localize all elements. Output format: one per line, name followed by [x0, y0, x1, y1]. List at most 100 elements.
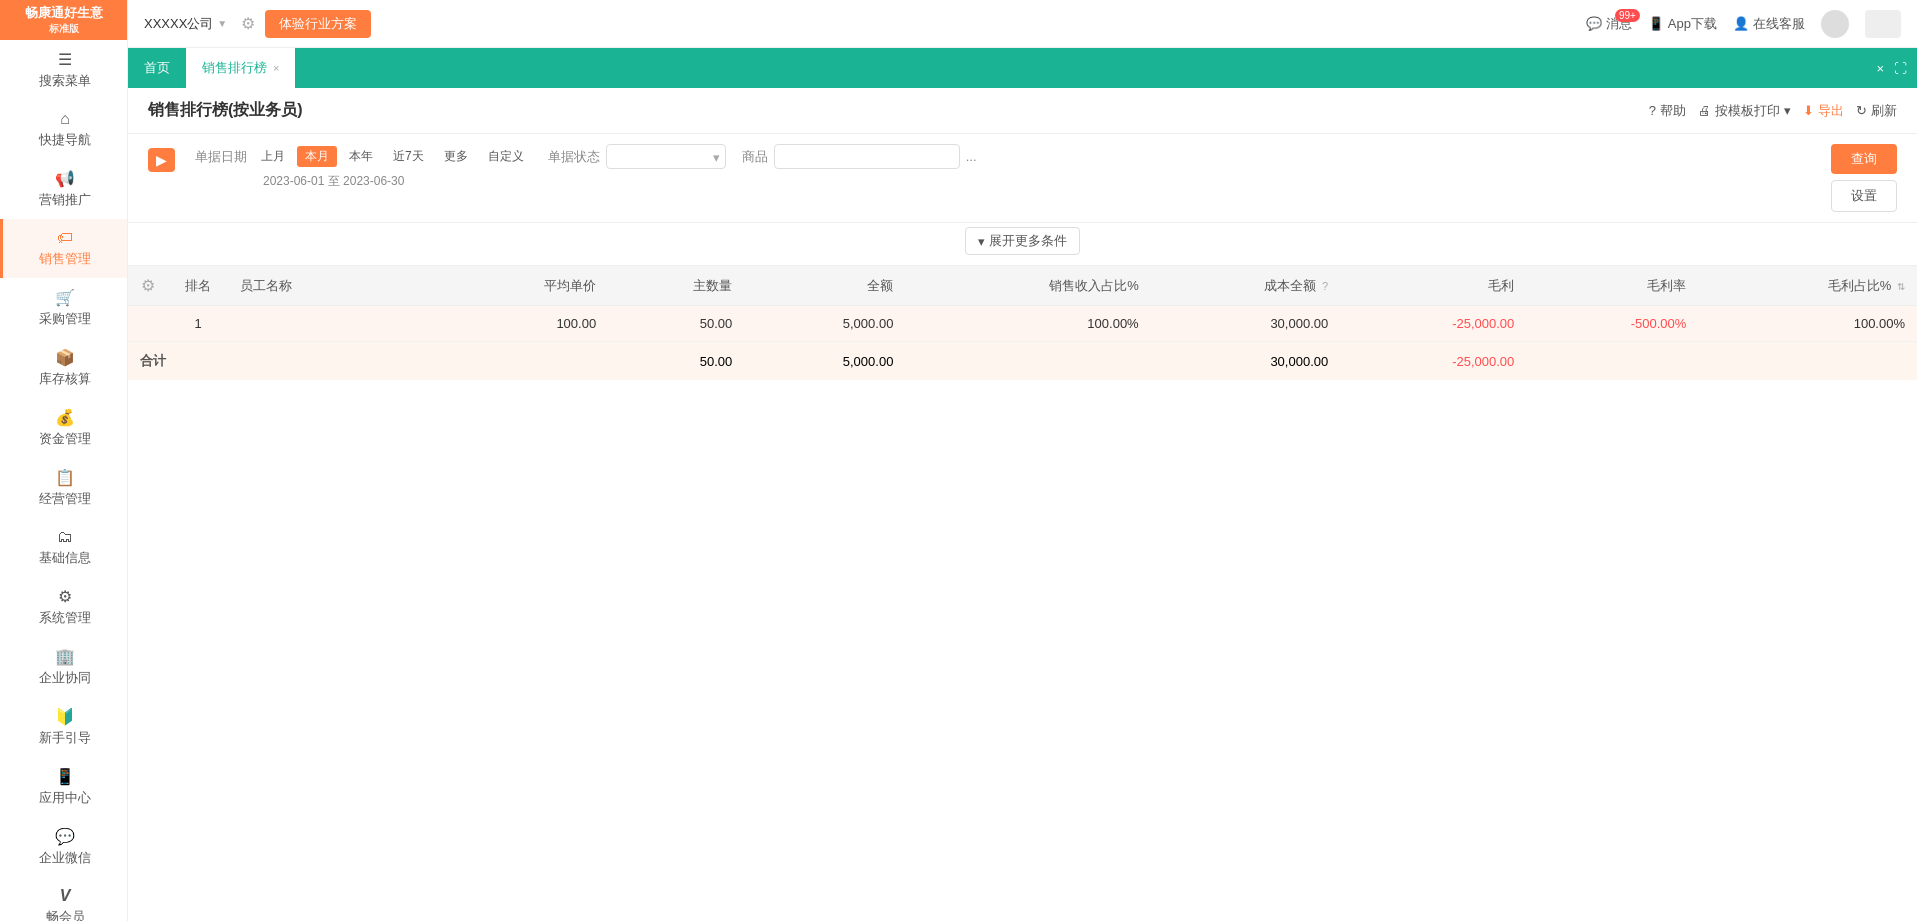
- inventory-icon: 📦: [55, 348, 75, 367]
- sidebar-item-app-center[interactable]: 📱 应用中心: [0, 757, 127, 817]
- filter-toggle-button[interactable]: ▶: [148, 148, 175, 172]
- date-range-row: 2023-06-01 至 2023-06-30: [195, 173, 1811, 190]
- sidebar-item-system[interactable]: ⚙ 系统管理: [0, 577, 127, 637]
- tab-sales-ranking[interactable]: 销售排行榜 ×: [186, 48, 295, 88]
- expand-conditions-button[interactable]: ▾ 展开更多条件: [965, 227, 1080, 255]
- topbar-gear-icon[interactable]: ⚙: [241, 14, 255, 33]
- table-row: 1 100.00 50.00 5,000.00 100.00% 30,000.0…: [128, 306, 1917, 342]
- print-button[interactable]: 🖨 按模板打印 ▾: [1698, 102, 1791, 120]
- service-icon: 👤: [1733, 16, 1749, 31]
- user-name-placeholder[interactable]: [1865, 10, 1901, 38]
- settings-icon[interactable]: ⚙: [141, 277, 155, 294]
- sidebar-item-finance[interactable]: 💰 资金管理: [0, 398, 127, 458]
- purchase-icon: 🛒: [55, 288, 75, 307]
- sidebar-logo: 畅康通好生意 标准版: [0, 0, 127, 40]
- sidebar-item-enterprise[interactable]: 🏢 企业协同: [0, 637, 127, 697]
- cell-avg-price: 100.00: [444, 306, 608, 342]
- main-content: XXXXX公司 ▼ ⚙ 体验行业方案 💬 消息 99+ 📱 App下载 👤 在线…: [128, 0, 1917, 921]
- sidebar-item-label: 快捷导航: [39, 131, 91, 149]
- sidebar-item-guide[interactable]: 🔰 新手引导: [0, 697, 127, 757]
- operations-icon: 📋: [55, 468, 75, 487]
- filter-arrow-btn: ▶: [148, 148, 175, 172]
- query-button[interactable]: 查询: [1831, 144, 1897, 174]
- help-button[interactable]: ? 帮助: [1649, 102, 1686, 120]
- online-service-button[interactable]: 👤 在线客服: [1733, 15, 1805, 33]
- date-tab-last7[interactable]: 近7天: [385, 146, 432, 167]
- download-icon: 📱: [1648, 16, 1664, 31]
- sidebar-item-marketing[interactable]: 📢 营销推广: [0, 159, 127, 219]
- message-icon: 💬: [1586, 16, 1602, 31]
- sidebar-item-inventory[interactable]: 📦 库存核算: [0, 338, 127, 398]
- online-service-label: 在线客服: [1753, 15, 1805, 33]
- tab-close-icon[interactable]: ×: [273, 62, 279, 74]
- wechat-icon: 💬: [55, 827, 75, 846]
- table-head: ⚙ 排名 员工名称 平均单价 主数量 全额 销售收入占比% 成本全额 ? 毛利: [128, 266, 1917, 306]
- date-tab-cur-month[interactable]: 本月: [297, 146, 337, 167]
- sales-icon: 🏷: [57, 229, 73, 247]
- chevron-down-icon: ▾: [978, 234, 985, 249]
- col-employee-name: 员工名称: [228, 266, 444, 306]
- sidebar-item-quick-nav[interactable]: ⌂ 快捷导航: [0, 100, 127, 159]
- footer-avg-price: [444, 342, 608, 381]
- sidebar-item-label: 畅会员: [46, 908, 85, 921]
- sort-icon[interactable]: ⇅: [1897, 281, 1905, 292]
- app-download-button[interactable]: 📱 App下载: [1648, 15, 1717, 33]
- filter-row-1: 单据日期 上月 本月 本年 近7天 更多 自定义 单据状态: [195, 144, 1811, 169]
- cell-empty: [128, 306, 168, 342]
- footer-employee: [228, 342, 444, 381]
- goods-input[interactable]: [774, 144, 960, 169]
- table-wrapper: ⚙ 排名 员工名称 平均单价 主数量 全额 销售收入占比% 成本全额 ? 毛利: [128, 266, 1917, 921]
- app-center-icon: 📱: [55, 767, 75, 786]
- sidebar-item-label: 库存核算: [39, 370, 91, 388]
- message-button[interactable]: 💬 消息 99+: [1586, 15, 1632, 33]
- sidebar-item-operations[interactable]: 📋 经营管理: [0, 458, 127, 518]
- date-tab-prev-month[interactable]: 上月: [253, 146, 293, 167]
- filter-more-icon[interactable]: ...: [966, 149, 977, 164]
- tab-maximize-icon[interactable]: ⛶: [1894, 61, 1907, 76]
- tab-home[interactable]: 首页: [128, 48, 186, 88]
- guide-icon: 🔰: [55, 707, 75, 726]
- base-info-icon: 🗂: [57, 528, 73, 546]
- sidebar-item-wechat[interactable]: 💬 企业微信: [0, 817, 127, 877]
- sidebar-item-search-orders[interactable]: ☰ 搜索菜单: [0, 40, 127, 100]
- help-icon: ?: [1649, 103, 1656, 118]
- sidebar-item-label: 系统管理: [39, 609, 91, 627]
- col-cost-amount: 成本全额 ?: [1151, 266, 1341, 306]
- sidebar-item-label: 销售管理: [39, 250, 91, 268]
- sidebar-item-member[interactable]: V 畅会员: [0, 877, 127, 921]
- col-settings[interactable]: ⚙: [128, 266, 168, 306]
- logo-title: 畅康通好生意: [25, 4, 103, 22]
- export-button[interactable]: ⬇ 导出: [1803, 102, 1844, 120]
- cost-help-icon[interactable]: ?: [1322, 280, 1328, 292]
- export-icon: ⬇: [1803, 103, 1814, 118]
- date-tab-custom[interactable]: 自定义: [480, 146, 532, 167]
- tab-minimize-icon[interactable]: ×: [1876, 61, 1884, 76]
- sidebar-item-base-info[interactable]: 🗂 基础信息: [0, 518, 127, 577]
- col-gross-pct: 毛利占比% ⇅: [1698, 266, 1917, 306]
- date-tab-more[interactable]: 更多: [436, 146, 476, 167]
- sidebar-item-purchase[interactable]: 🛒 采购管理: [0, 278, 127, 338]
- cell-rank: 1: [168, 306, 228, 342]
- filter-settings-button[interactable]: 设置: [1831, 180, 1897, 212]
- avatar[interactable]: [1821, 10, 1849, 38]
- cell-gross-margin: -500.00%: [1526, 306, 1698, 342]
- trial-button[interactable]: 体验行业方案: [265, 10, 371, 38]
- enterprise-icon: 🏢: [55, 647, 75, 666]
- date-tab-cur-year[interactable]: 本年: [341, 146, 381, 167]
- home-tab-label: 首页: [144, 59, 170, 77]
- status-select[interactable]: [606, 144, 726, 169]
- filter-actions: 查询 设置: [1831, 144, 1897, 212]
- cell-gross-profit: -25,000.00: [1340, 306, 1526, 342]
- sidebar: 畅康通好生意 标准版 ☰ 搜索菜单 ⌂ 快捷导航 📢 营销推广 🏷 销售管理 🛒…: [0, 0, 128, 921]
- company-name: XXXXX公司: [144, 15, 213, 33]
- footer-total-amount: 5,000.00: [744, 342, 905, 381]
- active-tab-label: 销售排行榜: [202, 59, 267, 77]
- sidebar-item-label: 企业协同: [39, 669, 91, 687]
- sidebar-item-label: 基础信息: [39, 549, 91, 567]
- footer-main-qty: 50.00: [608, 342, 744, 381]
- status-filter: 单据状态 ▾: [548, 144, 726, 169]
- company-selector[interactable]: XXXXX公司 ▼: [144, 15, 227, 33]
- sidebar-item-sales[interactable]: 🏷 销售管理: [0, 219, 127, 278]
- footer-cost-amount: 30,000.00: [1151, 342, 1341, 381]
- refresh-button[interactable]: ↻ 刷新: [1856, 102, 1897, 120]
